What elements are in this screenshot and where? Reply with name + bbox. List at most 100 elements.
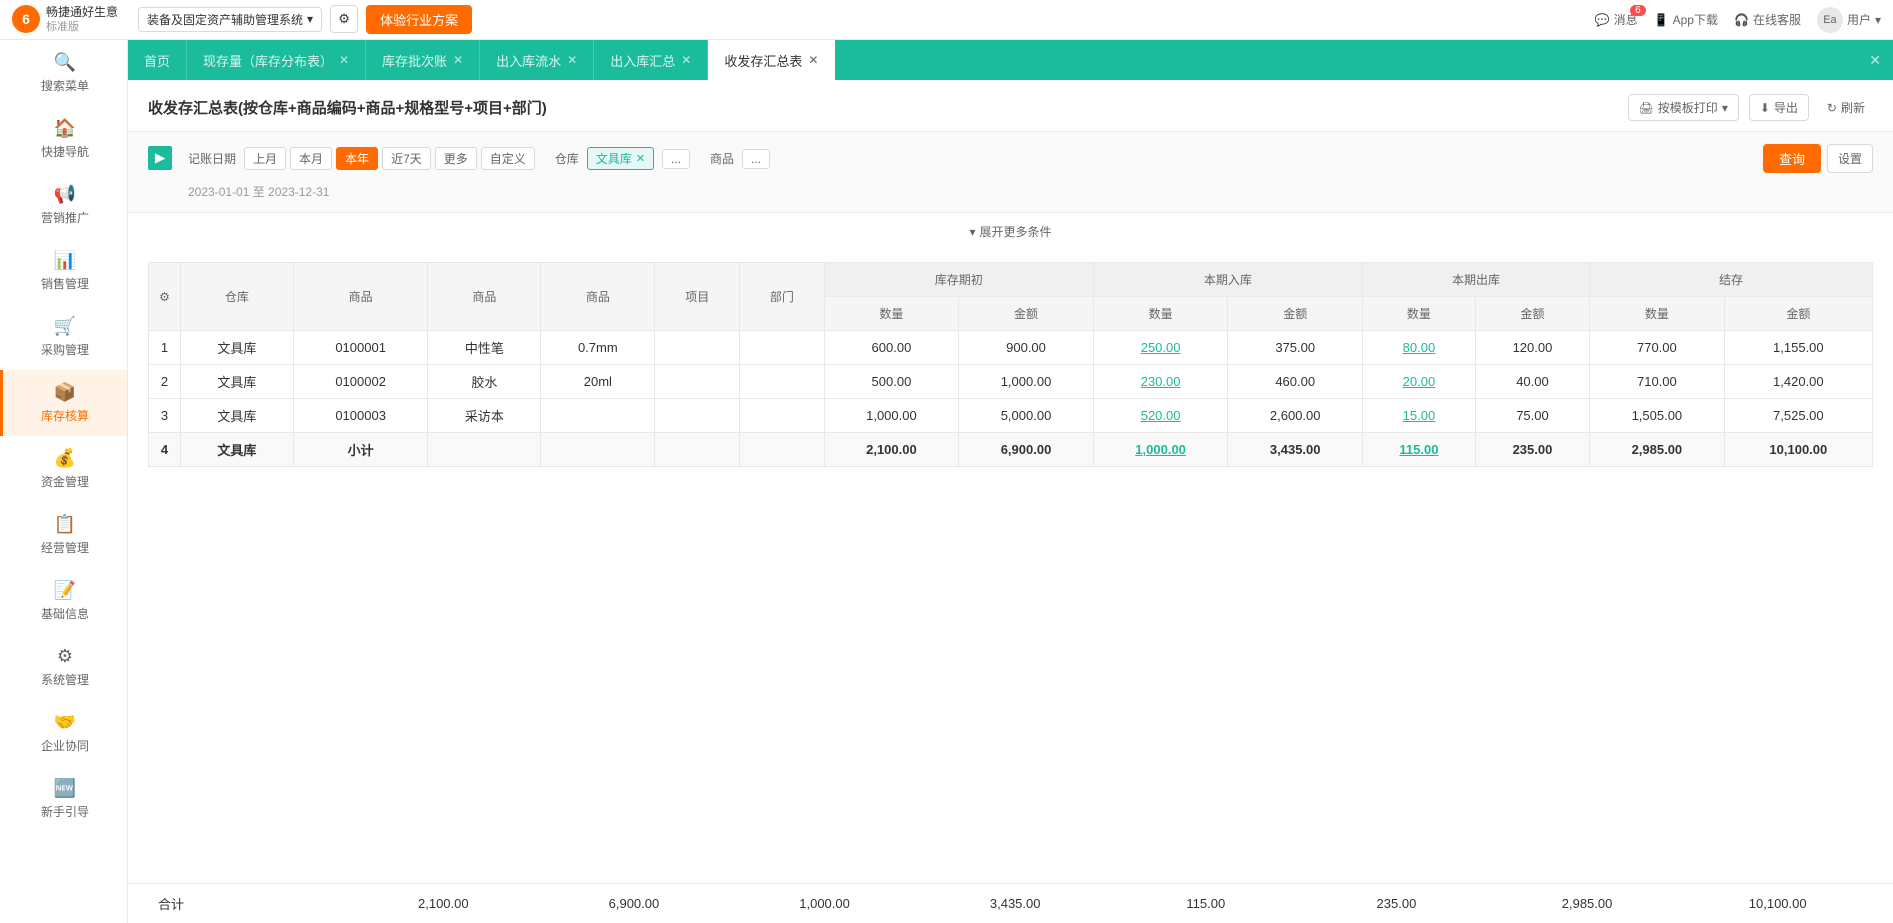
page-header: 收发存汇总表(按仓库+商品编码+商品+规格型号+项目+部门) 🖨 按模板打印 ▾… — [128, 80, 1893, 132]
filter-toggle-button[interactable]: ▶ — [148, 146, 172, 170]
set-button[interactable]: 设置 — [1827, 144, 1873, 173]
search-icon: 🔍 — [54, 52, 76, 73]
sidebar: 🔍 搜索菜单 🏠 快捷导航 📢 营销推广 📊 销售管理 🛒 采购管理 📦 库存核… — [0, 40, 128, 923]
sidebar-item-purchase[interactable]: 🛒 采购管理 — [0, 304, 127, 370]
sidebar-label-sales: 销售管理 — [41, 275, 89, 292]
total-values: 2,100.00 6,900.00 1,000.00 3,435.00 115.… — [348, 896, 1873, 911]
sidebar-item-inventory[interactable]: 📦 库存核算 — [0, 370, 127, 436]
total-out-qty: 115.00 — [1111, 896, 1302, 911]
total-open-qty: 2,100.00 — [348, 896, 539, 911]
user-item[interactable]: Ea 用户 ▾ — [1817, 7, 1881, 33]
row2-project — [655, 365, 740, 399]
sidebar-label-system: 系统管理 — [41, 671, 89, 688]
date-btn-this-year[interactable]: 本年 — [336, 147, 378, 170]
row2-goods-name: 胶水 — [428, 365, 541, 399]
row3-department — [740, 399, 825, 433]
tab-batch-ledger-label: 库存批次账 — [382, 51, 447, 70]
subtotal-out-qty[interactable]: 115.00 — [1363, 433, 1476, 467]
sidebar-item-marketing[interactable]: 📢 营销推广 — [0, 172, 127, 238]
subtotal-in-qty[interactable]: 1,000.00 — [1093, 433, 1228, 467]
row3-out-amt: 75.00 — [1475, 399, 1589, 433]
tab-recv-send-close[interactable]: ✕ — [808, 54, 818, 66]
tab-bar: 首页 现存量（库存分布表） ✕ 库存批次账 ✕ 出入库流水 ✕ 出入库汇总 ✕ … — [128, 40, 1893, 80]
date-btn-custom[interactable]: 自定义 — [481, 147, 535, 170]
tab-recv-send-summary[interactable]: 收发存汇总表 ✕ — [708, 40, 835, 80]
row1-open-qty: 600.00 — [824, 331, 959, 365]
sub-header-open-qty: 数量 — [824, 297, 959, 331]
print-button[interactable]: 🖨 按模板打印 ▾ — [1628, 94, 1739, 121]
gear-button[interactable]: ⚙ — [330, 5, 358, 33]
warehouse-tag[interactable]: 文具库 ✕ — [587, 147, 654, 170]
subtotal-row: 4 文具库 小计 2,100.00 6,900.00 1,000.00 — [149, 433, 1873, 467]
refresh-button[interactable]: ↻ 刷新 — [1819, 95, 1873, 120]
row2-index: 2 — [149, 365, 181, 399]
tab-in-out-flow[interactable]: 出入库流水 ✕ — [480, 40, 594, 80]
date-btn-last-month[interactable]: 上月 — [244, 147, 286, 170]
home-icon: 🏠 — [54, 118, 76, 139]
tab-in-out-flow-close[interactable]: ✕ — [567, 54, 577, 66]
row1-out-qty[interactable]: 80.00 — [1363, 331, 1476, 365]
sidebar-item-system[interactable]: ⚙ 系统管理 — [0, 634, 127, 700]
sub-header-bal-amt: 金额 — [1724, 297, 1872, 331]
warehouse-ellipsis-button[interactable]: ... — [662, 149, 690, 169]
inventory-icon: 📦 — [54, 382, 76, 403]
messages-item[interactable]: 💬 消息 6 — [1595, 11, 1638, 28]
row3-in-qty[interactable]: 520.00 — [1093, 399, 1228, 433]
sidebar-item-search[interactable]: 🔍 搜索菜单 — [0, 40, 127, 106]
sidebar-item-sales[interactable]: 📊 销售管理 — [0, 238, 127, 304]
row1-department — [740, 331, 825, 365]
finance-icon: 💰 — [54, 448, 76, 469]
table-settings-col[interactable]: ⚙ — [149, 263, 181, 331]
sidebar-label-enterprise: 企业协同 — [41, 737, 89, 754]
sidebar-item-guide[interactable]: 🆕 新手引导 — [0, 766, 127, 832]
date-btn-this-month[interactable]: 本月 — [290, 147, 332, 170]
date-label: 记账日期 — [188, 150, 236, 167]
date-btn-more[interactable]: 更多 — [435, 147, 477, 170]
tab-batch-ledger-close[interactable]: ✕ — [453, 54, 463, 66]
table-wrapper: ⚙ 仓库 商品 商品 商品 项目 部门 库存期初 本期入库 本期出库 — [128, 250, 1893, 487]
subtotal-empty2 — [541, 433, 655, 467]
subtotal-open-amt: 6,900.00 — [959, 433, 1094, 467]
settings-icon: ⚙ — [159, 290, 170, 304]
tab-in-out-summary[interactable]: 出入库汇总 ✕ — [594, 40, 708, 80]
sidebar-item-finance[interactable]: 💰 资金管理 — [0, 436, 127, 502]
filter-row-date-range: 2023-01-01 至 2023-12-31 — [188, 183, 1873, 200]
goods-ellipsis-button[interactable]: ... — [742, 149, 770, 169]
system-select[interactable]: 装备及固定资产辅助管理系统 ▾ — [138, 7, 322, 32]
row3-out-qty[interactable]: 15.00 — [1363, 399, 1476, 433]
trial-button[interactable]: 体验行业方案 — [366, 5, 472, 34]
date-buttons: 上月 本月 本年 近7天 更多 自定义 — [244, 147, 535, 170]
goods-label: 商品 — [710, 150, 734, 167]
sales-icon: 📊 — [54, 250, 76, 271]
export-button[interactable]: ⬇ 导出 — [1749, 94, 1809, 121]
app-download-item[interactable]: 📱 App下载 — [1654, 11, 1718, 28]
sidebar-item-basic[interactable]: 📝 基础信息 — [0, 568, 127, 634]
data-table: ⚙ 仓库 商品 商品 商品 项目 部门 库存期初 本期入库 本期出库 — [148, 262, 1873, 467]
row1-out-amt: 120.00 — [1475, 331, 1589, 365]
online-service-item[interactable]: 🎧 在线客服 — [1734, 11, 1801, 28]
row3-index: 3 — [149, 399, 181, 433]
sidebar-item-enterprise[interactable]: 🤝 企业协同 — [0, 700, 127, 766]
subtotal-in-amt: 3,435.00 — [1228, 433, 1363, 467]
warehouse-tag-close[interactable]: ✕ — [636, 152, 645, 165]
row2-out-qty[interactable]: 20.00 — [1363, 365, 1476, 399]
tab-in-out-summary-close[interactable]: ✕ — [681, 54, 691, 66]
expand-conditions-button[interactable]: ▾ 展开更多条件 — [959, 219, 1061, 244]
date-btn-7days[interactable]: 近7天 — [382, 147, 431, 170]
row1-in-qty[interactable]: 250.00 — [1093, 331, 1228, 365]
query-button[interactable]: 查询 — [1763, 144, 1821, 173]
sidebar-item-operations[interactable]: 📋 经营管理 — [0, 502, 127, 568]
row3-goods-name: 采访本 — [428, 399, 541, 433]
close-all-tabs-button[interactable]: ✕ — [1857, 52, 1893, 69]
row1-goods-spec: 0.7mm — [541, 331, 655, 365]
row3-in-amt: 2,600.00 — [1228, 399, 1363, 433]
sidebar-item-quick-nav[interactable]: 🏠 快捷导航 — [0, 106, 127, 172]
tab-home[interactable]: 首页 — [128, 40, 187, 80]
row1-goods-name: 中性笔 — [428, 331, 541, 365]
tab-stock-dist-close[interactable]: ✕ — [339, 54, 349, 66]
online-service-label: 在线客服 — [1753, 11, 1801, 28]
row2-goods-code: 0100002 — [293, 365, 428, 399]
tab-batch-ledger[interactable]: 库存批次账 ✕ — [366, 40, 480, 80]
tab-stock-dist[interactable]: 现存量（库存分布表） ✕ — [187, 40, 366, 80]
row2-in-qty[interactable]: 230.00 — [1093, 365, 1228, 399]
